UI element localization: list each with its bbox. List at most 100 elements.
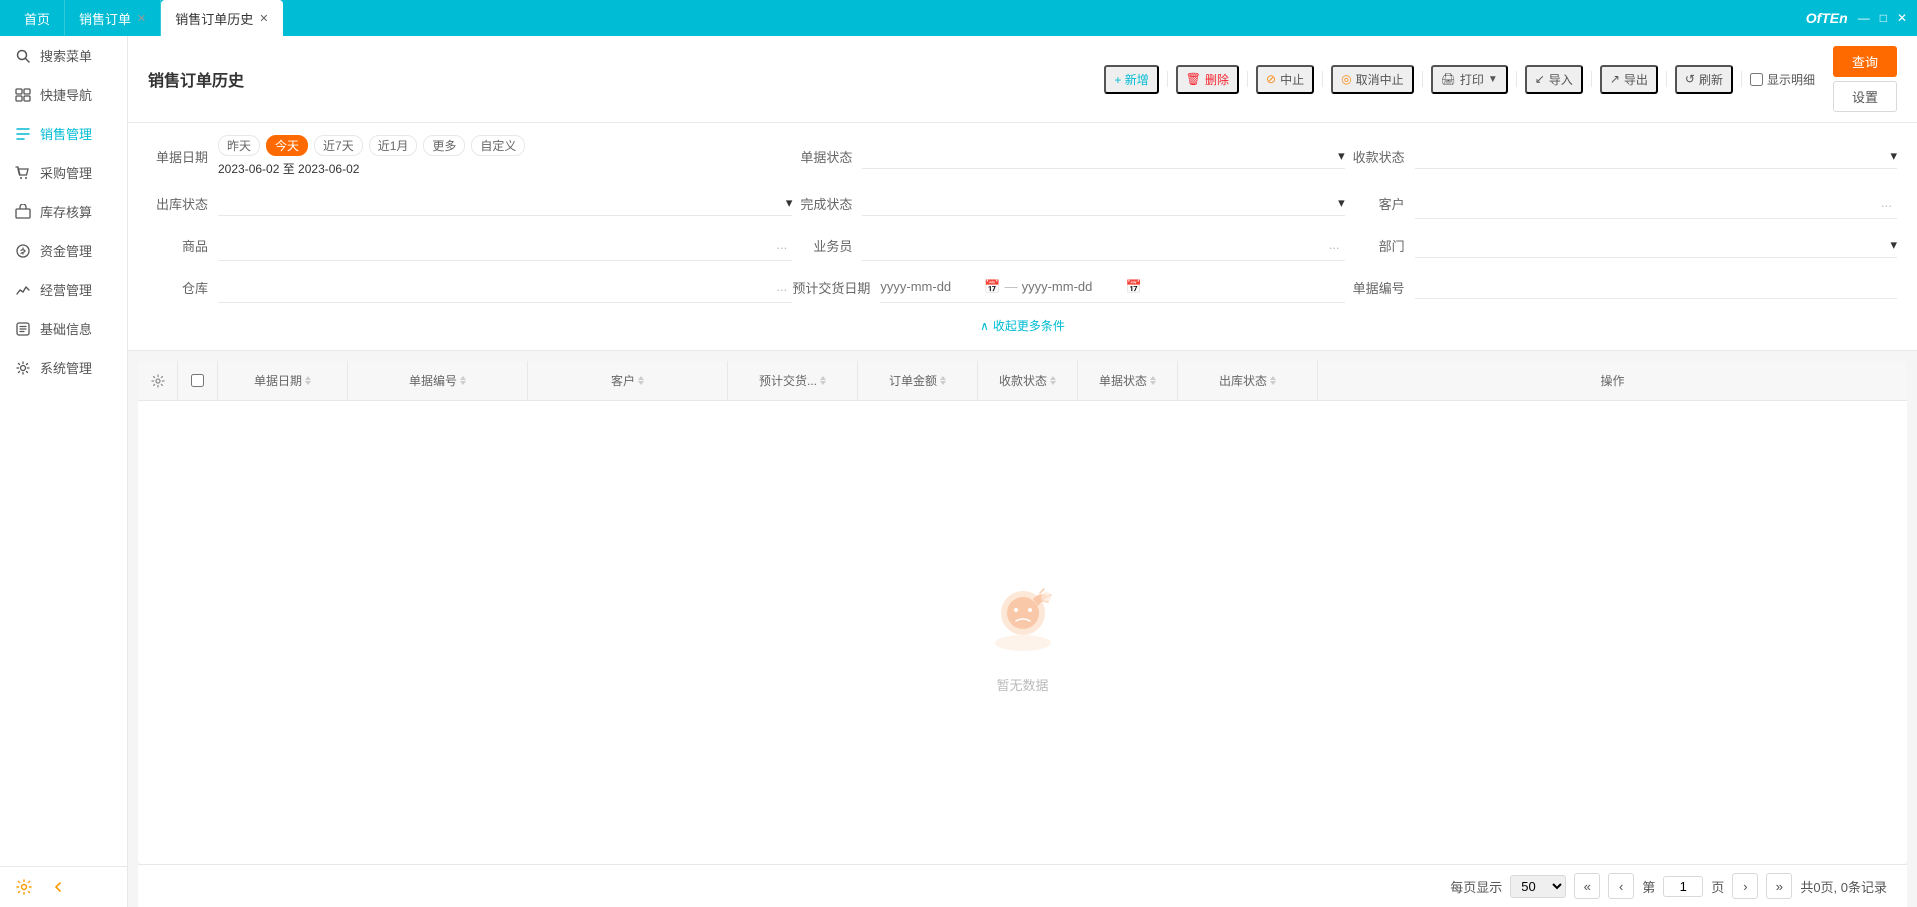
finance-icon (14, 242, 32, 260)
warehouse-input[interactable] (218, 275, 772, 298)
maximize-btn[interactable]: □ (1880, 11, 1887, 25)
refresh-btn[interactable]: ↺ 刷新 (1675, 65, 1733, 94)
tab-sales-order[interactable]: 销售订单 ✕ (65, 0, 161, 36)
warehouse-label: 仓库 (148, 278, 218, 297)
sidebar-item-finance[interactable]: 资金管理 (0, 231, 127, 270)
stop-btn[interactable]: ⊘ 中止 (1256, 65, 1314, 94)
th-settings[interactable] (138, 361, 178, 400)
goods-label: 商品 (148, 236, 218, 255)
goods-input[interactable] (218, 233, 772, 256)
sidebar-item-search[interactable]: 搜索菜单 (0, 36, 127, 75)
warehouse-dots[interactable]: ... (772, 279, 791, 294)
sort-doc-status-icon (1150, 376, 1156, 385)
divider4 (1422, 71, 1423, 87)
minimize-btn[interactable]: — (1858, 11, 1870, 25)
sidebar-label-system: 系统管理 (40, 358, 92, 377)
export-btn[interactable]: ↗ 导出 (1600, 65, 1658, 94)
settings-bottom-icon[interactable] (14, 877, 34, 897)
delivery-start-input[interactable] (880, 275, 980, 298)
stock-status-select[interactable]: ▾ (218, 191, 792, 216)
table-wrap: 单据日期 单据编号 客户 预计交货... 订单金额 (138, 361, 1907, 864)
docno-input[interactable] (1415, 275, 1897, 299)
customer-input[interactable] (1415, 191, 1877, 214)
date-tag-yesterday[interactable]: 昨天 (218, 135, 260, 156)
th-checkbox[interactable] (178, 361, 218, 400)
brand-label: OfTEn (1806, 10, 1848, 26)
close-tab-sales[interactable]: ✕ (137, 12, 146, 25)
sidebar-item-purchase[interactable]: 采购管理 (0, 153, 127, 192)
warehouse-input-wrap[interactable]: ... (218, 271, 792, 303)
calendar-start-icon[interactable]: 📅 (984, 279, 1000, 295)
select-all-checkbox[interactable] (191, 374, 204, 387)
complete-select[interactable]: ▾ (862, 191, 1344, 216)
next-page-btn[interactable]: › (1732, 873, 1758, 899)
sidebar-label-sales: 销售管理 (40, 124, 92, 143)
refresh-btn-label: 刷新 (1699, 71, 1723, 88)
salesman-input-wrap[interactable]: ... (862, 229, 1344, 261)
salesman-dots[interactable]: ... (1325, 237, 1344, 252)
filter-salesman: 业务员 ... (792, 229, 1344, 261)
sidebar-item-operations[interactable]: 经营管理 (0, 270, 127, 309)
tab-home[interactable]: 首页 (10, 0, 65, 36)
import-icon: ↙ (1535, 72, 1545, 86)
cancel-stop-btn[interactable]: ◎ 取消中止 (1331, 65, 1414, 94)
query-btn[interactable]: 查询 (1833, 46, 1897, 77)
operations-icon (14, 281, 32, 299)
page-input[interactable] (1663, 876, 1703, 897)
th-delivery[interactable]: 预计交货... (728, 361, 858, 400)
export-icon: ↗ (1610, 72, 1620, 86)
customer-dots[interactable]: ... (1877, 195, 1896, 210)
sidebar-item-inventory[interactable]: 库存核算 (0, 192, 127, 231)
goods-input-wrap[interactable]: ... (218, 229, 792, 261)
stock-status-label: 出库状态 (148, 194, 218, 213)
sidebar-item-system[interactable]: 系统管理 (0, 348, 127, 387)
sidebar-item-quicknav[interactable]: 快捷导航 (0, 75, 127, 114)
goods-dots[interactable]: ... (772, 237, 791, 252)
th-date[interactable]: 单据日期 (218, 361, 348, 400)
settings-btn[interactable]: 设置 (1833, 81, 1897, 112)
close-tab-history[interactable]: ✕ (259, 12, 268, 25)
dept-label: 部门 (1345, 236, 1415, 255)
print-btn[interactable]: 🖨 打印 ▼ (1431, 65, 1508, 94)
filter-collection-status: 收款状态 ▾ (1345, 144, 1897, 169)
empty-text: 暂无数据 (996, 675, 1048, 694)
date-tag-1month[interactable]: 近1月 (369, 135, 418, 156)
collapse-sidebar-icon[interactable] (48, 877, 68, 897)
doc-status-select[interactable]: ▾ (862, 144, 1344, 169)
th-amount[interactable]: 订单金额 (858, 361, 978, 400)
sort-amount-icon (940, 376, 946, 385)
date-tag-7days[interactable]: 近7天 (314, 135, 363, 156)
import-btn[interactable]: ↙ 导入 (1525, 65, 1583, 94)
per-page-select[interactable]: 50 10 20 100 (1510, 875, 1566, 898)
collection-select[interactable]: ▾ (1415, 144, 1897, 169)
sidebar-item-sales[interactable]: 销售管理 (0, 114, 127, 153)
date-tag-more[interactable]: 更多 (423, 135, 465, 156)
tab-sales-order-history[interactable]: 销售订单历史 ✕ (161, 0, 283, 36)
new-btn[interactable]: + 新增 (1104, 65, 1158, 94)
th-customer[interactable]: 客户 (528, 361, 728, 400)
sidebar-label-basic: 基础信息 (40, 319, 92, 338)
display-detail-label[interactable]: 显示明细 (1767, 71, 1815, 88)
salesman-input[interactable] (862, 233, 1324, 256)
close-btn[interactable]: ✕ (1897, 11, 1907, 25)
date-tag-custom[interactable]: 自定义 (471, 135, 525, 156)
th-docno[interactable]: 单据编号 (348, 361, 528, 400)
th-stock-status[interactable]: 出库状态 (1178, 361, 1318, 400)
per-page-label: 每页显示 (1450, 877, 1502, 896)
th-pay-status[interactable]: 收款状态 (978, 361, 1078, 400)
customer-input-wrap[interactable]: ... (1415, 187, 1897, 219)
main-layout: 搜索菜单 快捷导航 销售管理 采购管理 库存核算 (0, 36, 1917, 907)
date-tag-today[interactable]: 今天 (266, 135, 308, 156)
sidebar-item-basic[interactable]: 基础信息 (0, 309, 127, 348)
last-page-btn[interactable]: » (1766, 873, 1792, 899)
display-detail-checkbox[interactable] (1750, 73, 1763, 86)
delete-btn[interactable]: 🗑 删除 (1176, 65, 1239, 94)
prev-page-btn[interactable]: ‹ (1608, 873, 1634, 899)
th-doc-status[interactable]: 单据状态 (1078, 361, 1178, 400)
delivery-end-input[interactable] (1022, 275, 1122, 298)
first-page-btn[interactable]: « (1574, 873, 1600, 899)
calendar-end-icon[interactable]: 📅 (1126, 279, 1142, 295)
collapse-row[interactable]: ∧ 收起更多条件 (148, 313, 1897, 338)
dept-select[interactable]: ▾ (1415, 233, 1897, 258)
delete-btn-label: 删除 (1205, 71, 1229, 88)
